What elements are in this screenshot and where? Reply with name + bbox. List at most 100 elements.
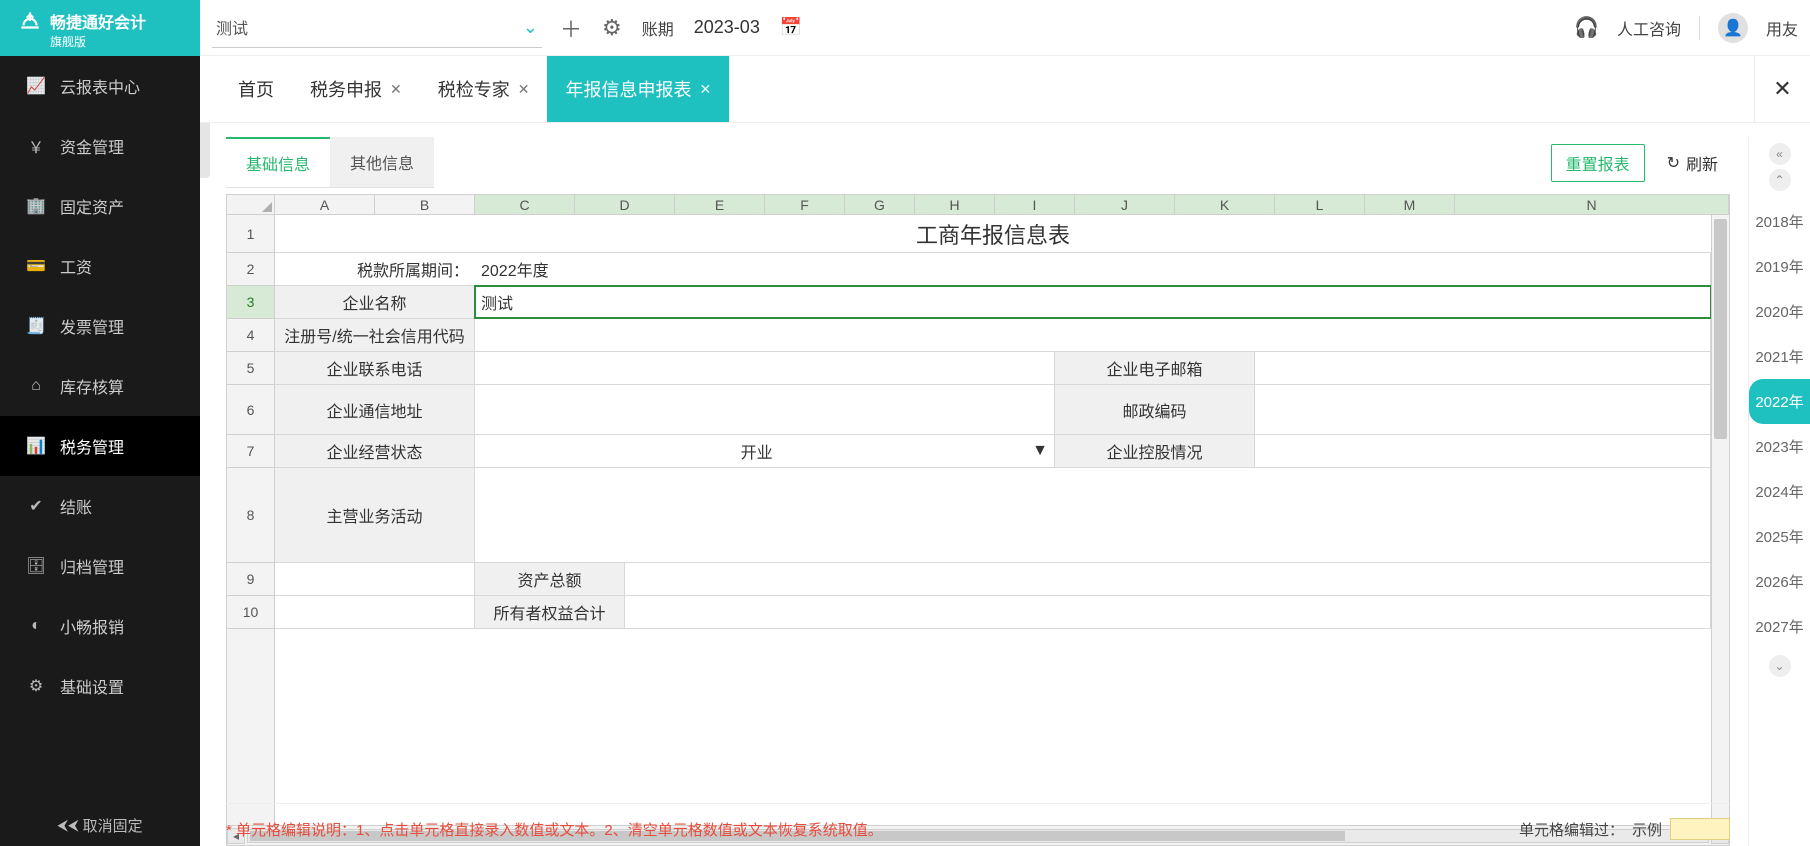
- year-2021[interactable]: 2021年: [1749, 334, 1810, 379]
- col-A[interactable]: A: [275, 195, 375, 214]
- invoice-icon: 🧾: [26, 316, 46, 336]
- row-8[interactable]: 8: [227, 468, 274, 563]
- nav-closing[interactable]: ✔结账: [0, 476, 200, 536]
- col-H[interactable]: H: [915, 195, 995, 214]
- add-icon[interactable]: ＋: [560, 12, 582, 44]
- year-2018[interactable]: 2018年: [1749, 199, 1810, 244]
- consult-link[interactable]: 人工咨询: [1617, 16, 1681, 40]
- col-N[interactable]: N: [1455, 195, 1729, 214]
- col-C[interactable]: C: [475, 195, 575, 214]
- archive-icon: 🗄: [26, 556, 46, 576]
- subtab-basic[interactable]: 基础信息: [226, 137, 330, 187]
- row-3[interactable]: 3: [227, 286, 274, 319]
- input-main-biz[interactable]: [475, 468, 1711, 562]
- rail-up-icon[interactable]: ⌃: [1769, 169, 1791, 191]
- nav-settings[interactable]: ⚙基础设置: [0, 656, 200, 716]
- brand-area: 畅捷通好会计 旗舰版: [0, 0, 200, 56]
- input-equity[interactable]: [625, 596, 1711, 628]
- col-G[interactable]: G: [845, 195, 915, 214]
- rail-down-icon[interactable]: ⌄: [1769, 655, 1791, 677]
- close-icon[interactable]: ✕: [390, 81, 402, 98]
- col-K[interactable]: K: [1175, 195, 1275, 214]
- year-2024[interactable]: 2024年: [1749, 469, 1810, 514]
- col-F[interactable]: F: [765, 195, 845, 214]
- year-2027[interactable]: 2027年: [1749, 604, 1810, 649]
- row-6[interactable]: 6: [227, 385, 274, 435]
- period-value[interactable]: 2023-03: [694, 17, 760, 38]
- vertical-scrollbar[interactable]: [1711, 215, 1729, 825]
- nav-reimburse[interactable]: ◐小畅报销: [0, 596, 200, 656]
- input-credit-code[interactable]: [475, 319, 1711, 351]
- input-company-name[interactable]: 测试: [475, 286, 1711, 318]
- input-assets[interactable]: [625, 563, 1711, 595]
- col-E[interactable]: E: [675, 195, 765, 214]
- nav-salary[interactable]: 💳工资: [0, 236, 200, 296]
- year-2023[interactable]: 2023年: [1749, 424, 1810, 469]
- label-assets: 资产总额: [475, 563, 625, 595]
- label-postcode: 邮政编码: [1055, 385, 1255, 434]
- row-2[interactable]: 2: [227, 253, 274, 286]
- edited-label: 单元格编辑过：: [1519, 819, 1624, 840]
- tab-home[interactable]: 首页: [220, 56, 292, 122]
- year-2022[interactable]: 2022年: [1749, 379, 1810, 424]
- nav-tax[interactable]: 📊税务管理: [0, 416, 200, 476]
- nav-archive[interactable]: 🗄归档管理: [0, 536, 200, 596]
- spreadsheet: A B C D E F G H I J K L M N: [226, 194, 1730, 846]
- input-email[interactable]: [1255, 352, 1711, 384]
- cell-9a[interactable]: [275, 563, 475, 595]
- tab-tax-declare[interactable]: 税务申报✕: [292, 56, 420, 122]
- input-holding[interactable]: [1255, 435, 1711, 467]
- cell-grid: 工商年报信息表 税款所属期间： 2022年度 企业名称 测试 注册号/统一社会信…: [275, 215, 1711, 825]
- period-value-cell[interactable]: 2022年度: [475, 253, 1711, 285]
- rail-collapse-icon[interactable]: «: [1769, 143, 1791, 165]
- select-all-corner[interactable]: [227, 195, 275, 214]
- input-postcode[interactable]: [1255, 385, 1711, 434]
- edited-swatch: [1670, 818, 1730, 840]
- row-headers: 1 2 3 4 5 6 7 8 9 10: [227, 215, 275, 825]
- row-10[interactable]: 10: [227, 596, 274, 629]
- col-L[interactable]: L: [1275, 195, 1365, 214]
- reset-report-button[interactable]: 重置报表: [1551, 144, 1645, 182]
- input-phone[interactable]: [475, 352, 1055, 384]
- row-5[interactable]: 5: [227, 352, 274, 385]
- cell-10a[interactable]: [275, 596, 475, 628]
- nav-inventory[interactable]: ⌂库存核算: [0, 356, 200, 416]
- col-D[interactable]: D: [575, 195, 675, 214]
- col-I[interactable]: I: [995, 195, 1075, 214]
- col-B[interactable]: B: [375, 195, 475, 214]
- year-2025[interactable]: 2025年: [1749, 514, 1810, 559]
- subtab-other[interactable]: 其他信息: [330, 137, 434, 187]
- year-2020[interactable]: 2020年: [1749, 289, 1810, 334]
- unpin-button[interactable]: ⮜⮜取消固定: [57, 815, 142, 836]
- calendar-icon[interactable]: 📅: [780, 17, 802, 38]
- nav-fixed-assets[interactable]: 🏢固定资产: [0, 176, 200, 236]
- tab-annual-report[interactable]: 年报信息申报表✕: [547, 56, 729, 122]
- input-address[interactable]: [475, 385, 1055, 434]
- select-status[interactable]: 开业▼: [475, 435, 1055, 467]
- label-credit-code: 注册号/统一社会信用代码: [275, 319, 475, 351]
- avatar[interactable]: 👤: [1718, 13, 1748, 43]
- gear-icon[interactable]: ⚙: [602, 15, 622, 41]
- topbar: 测试 ⌄ ＋ ⚙ 账期 2023-03 📅 🎧 人工咨询 👤 用友: [200, 0, 1810, 56]
- col-M[interactable]: M: [1365, 195, 1455, 214]
- nav-invoice[interactable]: 🧾发票管理: [0, 296, 200, 356]
- close-icon[interactable]: ✕: [699, 81, 711, 98]
- nav-report-center[interactable]: 📈云报表中心: [0, 56, 200, 116]
- username[interactable]: 用友: [1766, 16, 1798, 40]
- row-9[interactable]: 9: [227, 563, 274, 596]
- close-all-tabs[interactable]: ✕: [1754, 56, 1810, 122]
- headset-icon: 🎧: [1574, 15, 1599, 40]
- nav-funds[interactable]: ￥资金管理: [0, 116, 200, 176]
- tab-tax-expert[interactable]: 税检专家✕: [420, 56, 548, 122]
- row-7[interactable]: 7: [227, 435, 274, 468]
- year-2026[interactable]: 2026年: [1749, 559, 1810, 604]
- close-icon[interactable]: ✕: [518, 81, 530, 98]
- row-4[interactable]: 4: [227, 319, 274, 352]
- scroll-thumb[interactable]: [1714, 219, 1727, 439]
- company-selector[interactable]: 测试 ⌄: [212, 8, 542, 48]
- row-1[interactable]: 1: [227, 215, 274, 253]
- year-2019[interactable]: 2019年: [1749, 244, 1810, 289]
- refresh-button[interactable]: ↻刷新: [1667, 151, 1718, 175]
- tax-icon: 📊: [26, 436, 46, 456]
- col-J[interactable]: J: [1075, 195, 1175, 214]
